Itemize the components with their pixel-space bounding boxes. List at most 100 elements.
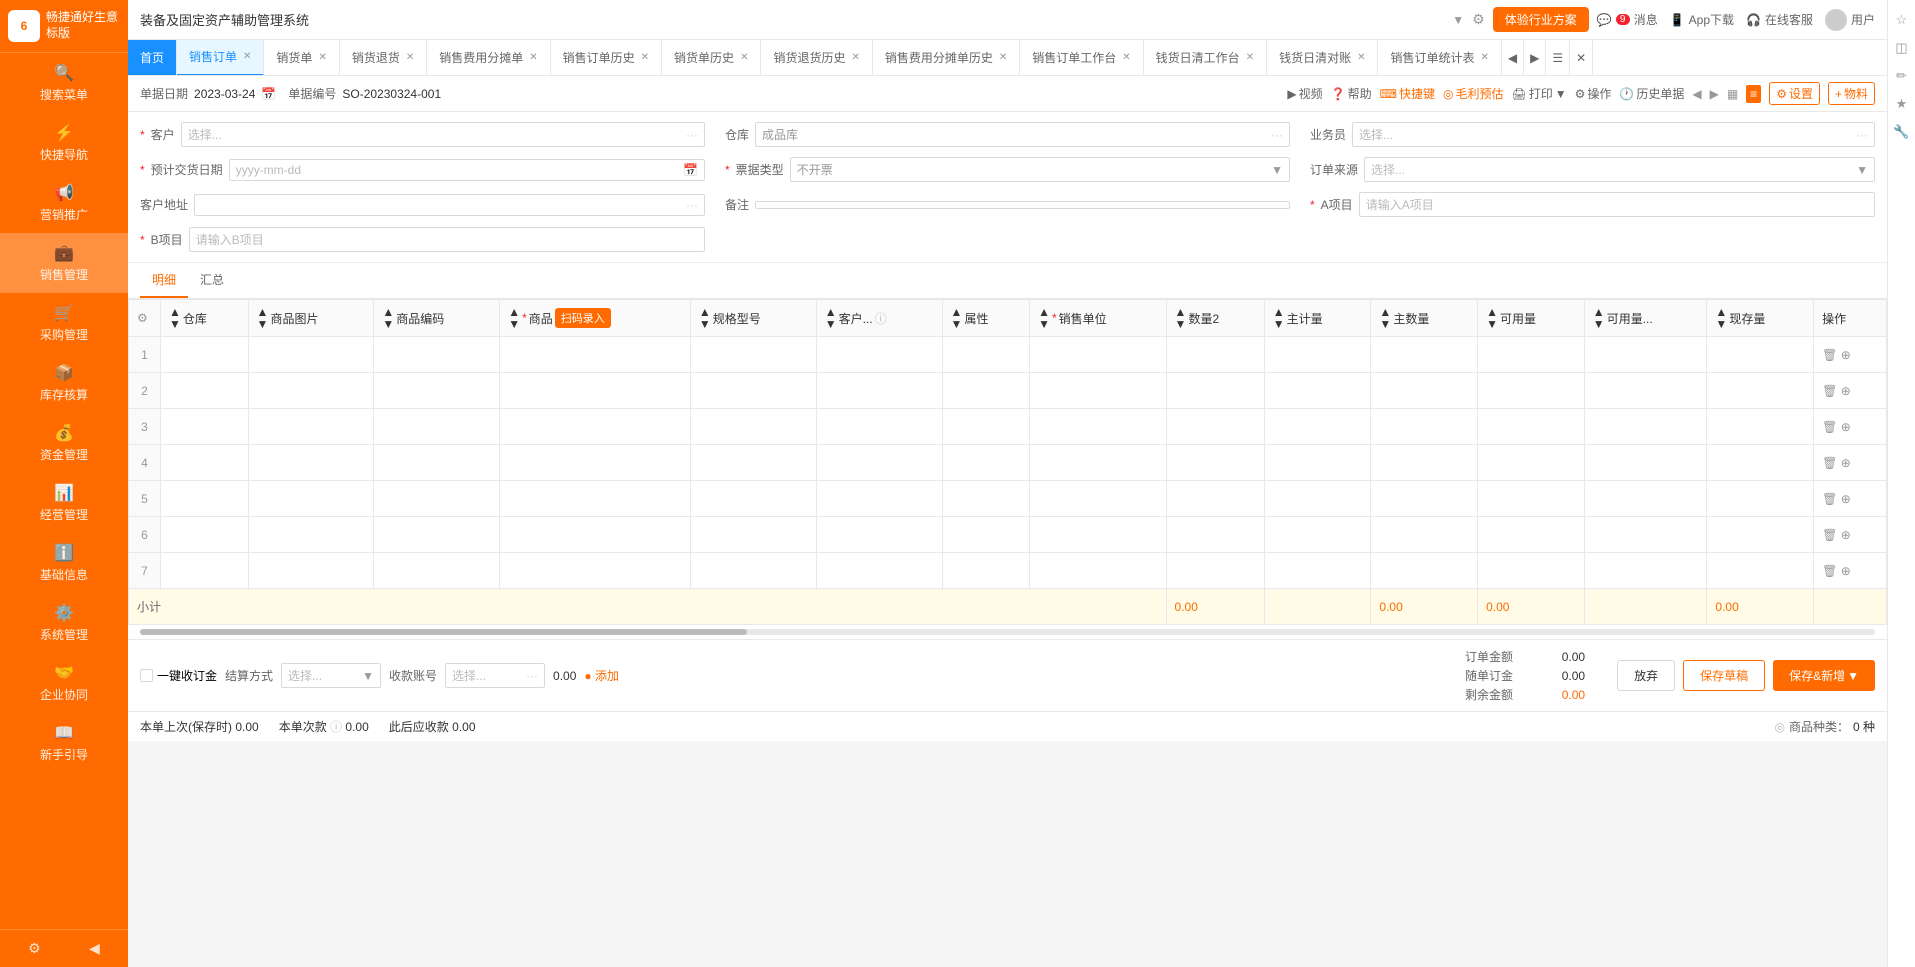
row3-attribute[interactable] bbox=[942, 409, 1030, 445]
col-available[interactable]: ▲▼ 可用量 bbox=[1478, 300, 1585, 337]
row3-available[interactable] bbox=[1478, 409, 1585, 445]
row5-qty2[interactable] bbox=[1166, 481, 1264, 517]
col-sales-unit[interactable]: ▲▼ * 销售单位 bbox=[1030, 300, 1166, 337]
row7-attribute[interactable] bbox=[942, 553, 1030, 589]
sort-qty2[interactable]: ▲▼ bbox=[1175, 306, 1187, 330]
row4-available2[interactable] bbox=[1584, 445, 1707, 481]
row1-image[interactable] bbox=[248, 337, 374, 373]
row7-delete-icon[interactable]: 🗑 bbox=[1822, 564, 1837, 578]
row4-delete-icon[interactable]: 🗑 bbox=[1822, 456, 1837, 470]
row4-copy-icon[interactable]: ⊕ bbox=[1841, 456, 1851, 470]
toolbar-nav-prev[interactable]: ◀ bbox=[1692, 87, 1701, 101]
col-main-qty[interactable]: ▲▼ 主数量 bbox=[1371, 300, 1478, 337]
tab-close-invoice-history[interactable]: ✕ bbox=[740, 52, 748, 63]
col-customer-code[interactable]: ▲▼ 客户... ⓘ bbox=[816, 300, 942, 337]
row5-main-unit[interactable] bbox=[1264, 481, 1371, 517]
col-stock[interactable]: ▲▼ 现存量 bbox=[1707, 300, 1814, 337]
right-panel-layout-icon[interactable]: ◫ bbox=[1890, 36, 1914, 60]
row7-code[interactable] bbox=[374, 553, 500, 589]
col-product-code[interactable]: ▲▼ 商品编码 bbox=[374, 300, 500, 337]
col-product[interactable]: ▲▼ * 商品 扫码录入 bbox=[500, 300, 691, 337]
staff-input[interactable]: 选择... ··· bbox=[1352, 122, 1875, 147]
right-panel-bookmark-icon[interactable]: ★ bbox=[1890, 92, 1914, 116]
sort-available[interactable]: ▲▼ bbox=[1486, 306, 1498, 330]
tab-close-fee-history[interactable]: ✕ bbox=[999, 52, 1007, 63]
row2-main-unit[interactable] bbox=[1264, 373, 1371, 409]
row1-delete-icon[interactable]: 🗑 bbox=[1822, 348, 1837, 362]
row6-available[interactable] bbox=[1478, 517, 1585, 553]
row2-attribute[interactable] bbox=[942, 373, 1030, 409]
row1-main-qty[interactable] bbox=[1371, 337, 1478, 373]
sidebar-item-corp[interactable]: 🤝 企业协同 bbox=[0, 653, 128, 713]
col-spec[interactable]: ▲▼ 规格型号 bbox=[690, 300, 816, 337]
row7-spec[interactable] bbox=[690, 553, 816, 589]
sort-product-image[interactable]: ▲▼ bbox=[257, 306, 269, 330]
row4-spec[interactable] bbox=[690, 445, 816, 481]
detail-tab-summary[interactable]: 汇总 bbox=[188, 263, 236, 298]
row4-stock[interactable] bbox=[1707, 445, 1814, 481]
tab-close-fee-split[interactable]: ✕ bbox=[529, 52, 537, 63]
tab-stats[interactable]: 销售订单统计表 ✕ bbox=[1378, 40, 1501, 76]
settings-bottom-icon[interactable]: ⚙ bbox=[28, 940, 41, 957]
row3-delete-icon[interactable]: 🗑 bbox=[1822, 420, 1837, 434]
account-select[interactable]: 选择... ··· bbox=[445, 663, 545, 688]
print-btn[interactable]: 🖨 打印 ▼ bbox=[1511, 85, 1566, 102]
settings-icon[interactable]: ⚙ bbox=[1472, 11, 1485, 28]
row2-delete-icon[interactable]: 🗑 bbox=[1822, 384, 1837, 398]
sort-warehouse[interactable]: ▲▼ bbox=[169, 306, 181, 330]
tab-close-all-btn[interactable]: ✕ bbox=[1570, 40, 1593, 76]
row6-copy-icon[interactable]: ⊕ bbox=[1841, 528, 1851, 542]
right-panel-edit-icon[interactable]: ✏ bbox=[1890, 64, 1914, 88]
sidebar-item-management[interactable]: 📊 经营管理 bbox=[0, 473, 128, 533]
help-btn[interactable]: ❓ 帮助 bbox=[1331, 85, 1372, 102]
row5-delete-icon[interactable]: 🗑 bbox=[1822, 492, 1837, 506]
row7-warehouse[interactable] bbox=[161, 553, 249, 589]
tab-close-reconcile[interactable]: ✕ bbox=[1357, 52, 1365, 63]
row5-sales-unit[interactable] bbox=[1030, 481, 1166, 517]
row3-available2[interactable] bbox=[1584, 409, 1707, 445]
add-payment-btn[interactable]: ● 添加 bbox=[584, 667, 619, 684]
tab-menu-btn[interactable]: ☰ bbox=[1546, 40, 1570, 76]
address-dots[interactable]: ··· bbox=[686, 198, 698, 212]
row7-copy-icon[interactable]: ⊕ bbox=[1841, 564, 1851, 578]
row4-image[interactable] bbox=[248, 445, 374, 481]
row1-available[interactable] bbox=[1478, 337, 1585, 373]
row5-attribute[interactable] bbox=[942, 481, 1030, 517]
row6-customer-code[interactable] bbox=[816, 517, 942, 553]
tab-close-sales-invoice[interactable]: ✕ bbox=[318, 52, 326, 63]
row5-code[interactable] bbox=[374, 481, 500, 517]
history-btn[interactable]: 🕐 历史单据 bbox=[1619, 85, 1684, 102]
invoice-type-select[interactable]: 不开票 ▼ bbox=[790, 157, 1290, 182]
add-material-btn[interactable]: + 物料 bbox=[1828, 82, 1875, 105]
row6-attribute[interactable] bbox=[942, 517, 1030, 553]
payment-method-dropdown-icon[interactable]: ▼ bbox=[362, 669, 374, 683]
payment-method-select[interactable]: 选择... ▼ bbox=[281, 663, 381, 688]
row5-stock[interactable] bbox=[1707, 481, 1814, 517]
row5-customer-code[interactable] bbox=[816, 481, 942, 517]
row5-image[interactable] bbox=[248, 481, 374, 517]
sidebar-item-system[interactable]: ⚙️ 系统管理 bbox=[0, 593, 128, 653]
customer-dots[interactable]: ··· bbox=[686, 128, 698, 142]
row3-qty2[interactable] bbox=[1166, 409, 1264, 445]
warehouse-dots[interactable]: ··· bbox=[1271, 128, 1283, 142]
row1-warehouse[interactable] bbox=[161, 337, 249, 373]
row3-main-qty[interactable] bbox=[1371, 409, 1478, 445]
toolbar-nav-next[interactable]: ▶ bbox=[1710, 87, 1719, 101]
sidebar-item-search[interactable]: 🔍 搜索菜单 bbox=[0, 53, 128, 113]
deposit-checkbox[interactable] bbox=[140, 669, 153, 682]
tab-next-btn[interactable]: ▶ bbox=[1524, 40, 1546, 76]
a-project-input[interactable]: 请输入A项目 bbox=[1359, 192, 1875, 217]
row3-customer-code[interactable] bbox=[816, 409, 942, 445]
sort-product[interactable]: ▲▼ bbox=[508, 306, 520, 330]
order-source-input[interactable]: 选择... ▼ bbox=[1364, 157, 1875, 182]
row5-spec[interactable] bbox=[690, 481, 816, 517]
row5-copy-icon[interactable]: ⊕ bbox=[1841, 492, 1851, 506]
row5-main-qty[interactable] bbox=[1371, 481, 1478, 517]
toolbar-layout-list[interactable]: ≡ bbox=[1746, 85, 1761, 103]
row1-qty2[interactable] bbox=[1166, 337, 1264, 373]
row3-copy-icon[interactable]: ⊕ bbox=[1841, 420, 1851, 434]
row3-product[interactable] bbox=[500, 409, 691, 445]
tab-close-return-history[interactable]: ✕ bbox=[851, 52, 859, 63]
row3-spec[interactable] bbox=[690, 409, 816, 445]
tab-close-order-workbench[interactable]: ✕ bbox=[1122, 52, 1130, 63]
